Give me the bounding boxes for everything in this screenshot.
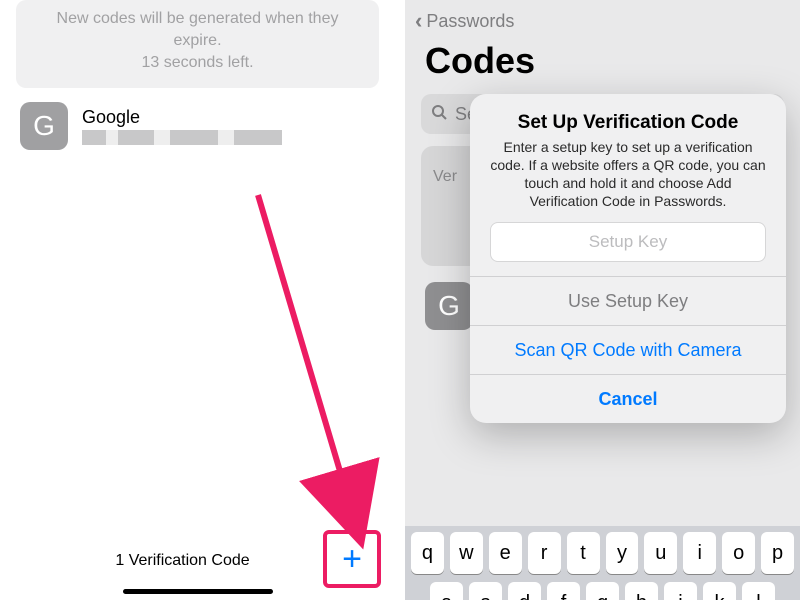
key-d[interactable]: d [508, 582, 541, 600]
setup-key-input[interactable]: Setup Key [490, 222, 766, 262]
key-a[interactable]: a [430, 582, 463, 600]
keyboard: qwertyuiop asdfghjkl [405, 526, 800, 600]
key-y[interactable]: y [606, 532, 639, 574]
avatar: G [425, 282, 473, 330]
key-f[interactable]: f [547, 582, 580, 600]
use-setup-key-button[interactable]: Use Setup Key [470, 277, 786, 325]
key-u[interactable]: u [644, 532, 677, 574]
screenshot-left: New codes will be generated when they ex… [0, 0, 395, 600]
hint-text-start: Ver [433, 168, 457, 186]
button-label: Cancel [598, 389, 657, 410]
cancel-button[interactable]: Cancel [470, 375, 786, 423]
setup-verification-alert: Set Up Verification Code Enter a setup k… [470, 94, 786, 423]
home-indicator [123, 589, 273, 594]
banner-line: 13 seconds left. [32, 52, 363, 74]
key-r[interactable]: r [528, 532, 561, 574]
key-k[interactable]: k [703, 582, 736, 600]
account-username-redacted [82, 130, 282, 145]
search-icon [431, 104, 447, 125]
key-p[interactable]: p [761, 532, 794, 574]
key-l[interactable]: l [742, 582, 775, 600]
key-t[interactable]: t [567, 532, 600, 574]
banner-line: expire. [32, 30, 363, 52]
account-row-google[interactable]: G Google [0, 88, 395, 160]
add-code-button[interactable]: + [327, 534, 377, 584]
codes-expiry-banner: New codes will be generated when they ex… [16, 0, 379, 88]
key-i[interactable]: i [683, 532, 716, 574]
button-label: Scan QR Code with Camera [514, 340, 741, 361]
key-j[interactable]: j [664, 582, 697, 600]
key-g[interactable]: g [586, 582, 619, 600]
key-w[interactable]: w [450, 532, 483, 574]
alert-title: Set Up Verification Code [490, 112, 766, 134]
chevron-left-icon: ‹ [415, 10, 422, 32]
account-name: Google [82, 107, 375, 128]
key-h[interactable]: h [625, 582, 658, 600]
key-s[interactable]: s [469, 582, 502, 600]
key-e[interactable]: e [489, 532, 522, 574]
input-placeholder: Setup Key [589, 232, 667, 252]
plus-icon: + [342, 540, 362, 579]
scan-qr-code-button[interactable]: Scan QR Code with Camera [470, 326, 786, 374]
key-q[interactable]: q [411, 532, 444, 574]
screenshot-right: ‹ Passwords Codes Se Ver ow. G [405, 0, 800, 600]
back-button[interactable]: ‹ Passwords [405, 0, 800, 36]
button-label: Use Setup Key [568, 291, 688, 312]
avatar: G [20, 102, 68, 150]
key-o[interactable]: o [722, 532, 755, 574]
back-label: Passwords [426, 11, 514, 32]
alert-message: Enter a setup key to set up a verificati… [490, 138, 766, 210]
page-title: Codes [405, 36, 800, 90]
verification-code-count: 1 Verification Code [30, 552, 335, 570]
banner-line: New codes will be generated when they [32, 8, 363, 30]
